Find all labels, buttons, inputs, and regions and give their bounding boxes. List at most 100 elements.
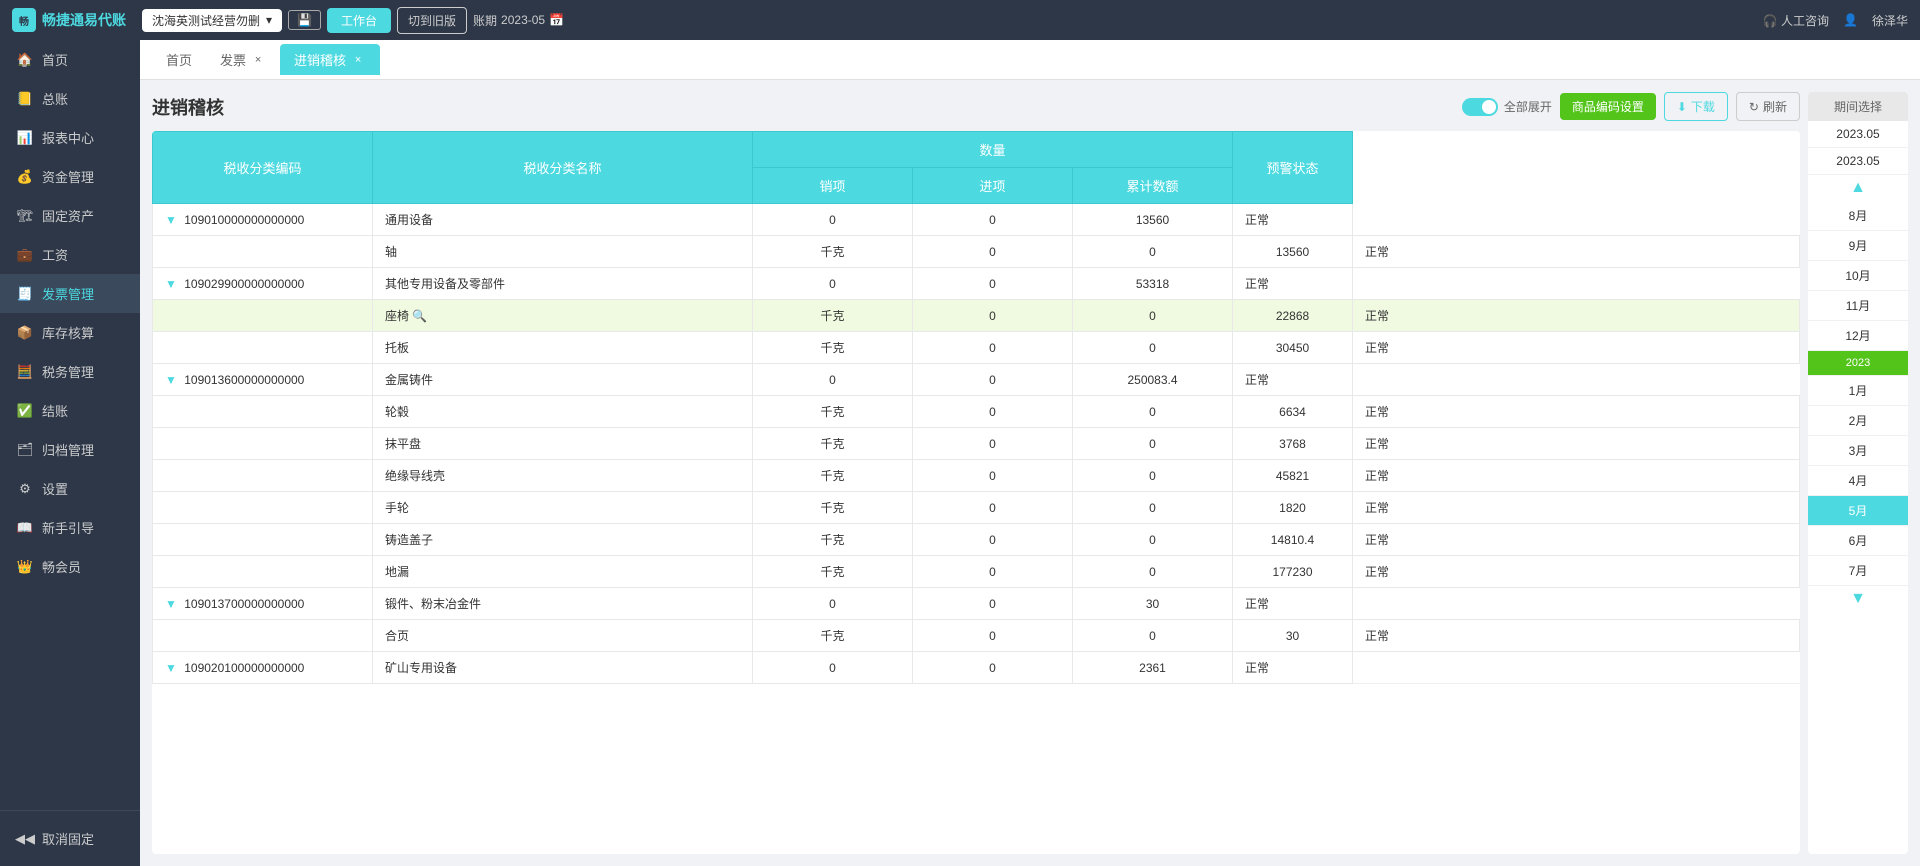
item-sales: 0 xyxy=(913,524,1073,556)
item-total: 13560 xyxy=(1233,236,1353,268)
table-row: ▼ 109029900000000000 xyxy=(153,268,373,300)
month-item[interactable]: 1月 xyxy=(1808,376,1908,406)
month-item[interactable]: 3月 xyxy=(1808,436,1908,466)
group-status: 正常 xyxy=(1233,268,1353,300)
tab-reconcile-close[interactable]: × xyxy=(350,52,366,68)
month-item[interactable]: 6月 xyxy=(1808,526,1908,556)
item-total: 177230 xyxy=(1233,556,1353,588)
month-item[interactable]: 11月 xyxy=(1808,291,1908,321)
item-name-cell: 地漏 xyxy=(373,556,753,588)
item-name-cell: 轴 xyxy=(373,236,753,268)
month-item[interactable]: 4月 xyxy=(1808,466,1908,496)
sidebar-item-guide[interactable]: 📖 新手引导 xyxy=(0,508,140,547)
workbench-button[interactable]: 工作台 xyxy=(327,8,391,33)
period-item[interactable]: 2023.05 xyxy=(1808,121,1908,148)
tab-home[interactable]: 首页 xyxy=(152,44,206,75)
collapse-icon[interactable]: ▼ xyxy=(165,213,177,227)
item-unit: 千克 xyxy=(753,396,913,428)
item-name-cell: 轮毂 xyxy=(373,396,753,428)
tab-invoice-close[interactable]: × xyxy=(250,52,266,68)
month-item[interactable]: 8月 xyxy=(1808,201,1908,231)
sidebar-item-home[interactable]: 🏠 首页 xyxy=(0,40,140,79)
group-status: 正常 xyxy=(1233,588,1353,620)
sidebar-item-archive[interactable]: 🗂 归档管理 xyxy=(0,430,140,469)
item-sales: 0 xyxy=(913,300,1073,332)
expand-toggle[interactable]: 全部展开 xyxy=(1462,98,1552,116)
sidebar-item-settings[interactable]: ⚙ 设置 xyxy=(0,469,140,508)
period-display: 账期 2023-05 📅 xyxy=(473,12,564,29)
item-code-cell xyxy=(153,300,373,332)
sidebar-item-funds[interactable]: 💰 资金管理 xyxy=(0,157,140,196)
item-total: 30450 xyxy=(1233,332,1353,364)
month-item[interactable]: 7月 xyxy=(1808,556,1908,586)
calendar-icon[interactable]: 📅 xyxy=(549,13,564,27)
month-item[interactable]: 5月 xyxy=(1808,496,1908,526)
col-tax-code: 税收分类编码 xyxy=(153,132,373,204)
assets-icon: 🏗 xyxy=(16,207,34,225)
sidebar-item-tax[interactable]: 🧮 税务管理 xyxy=(0,352,140,391)
item-code-cell xyxy=(153,460,373,492)
sidebar-label-archive: 归档管理 xyxy=(42,440,94,459)
col-purchase: 进项 xyxy=(913,168,1073,204)
sidebar-pin-button[interactable]: ◀◀ 取消固定 xyxy=(0,819,140,858)
sidebar-label-funds: 资金管理 xyxy=(42,167,94,186)
closing-icon: ✅ xyxy=(16,402,34,420)
tab-invoice[interactable]: 发票 × xyxy=(206,44,280,75)
sidebar-item-closing[interactable]: ✅ 结账 xyxy=(0,391,140,430)
sidebar-label-closing: 结账 xyxy=(42,401,68,420)
tab-invoice-label: 发票 xyxy=(220,50,246,69)
collapse-icon[interactable]: ▼ xyxy=(165,661,177,675)
item-unit: 千克 xyxy=(753,460,913,492)
item-unit: 千克 xyxy=(753,332,913,364)
month-item[interactable]: 10月 xyxy=(1808,261,1908,291)
product-code-button[interactable]: 商品编码设置 xyxy=(1560,93,1656,120)
company-selector[interactable]: 沈海英测试经营勿删 ▾ xyxy=(142,9,282,32)
switch-version-button[interactable]: 切到旧版 xyxy=(397,7,467,34)
collapse-icon[interactable]: ▼ xyxy=(165,277,177,291)
sidebar-item-reports[interactable]: 📊 报表中心 xyxy=(0,118,140,157)
item-code-cell xyxy=(153,492,373,524)
group-sales: 0 xyxy=(753,268,913,300)
month-item[interactable]: 9月 xyxy=(1808,231,1908,261)
item-purchase: 0 xyxy=(1073,620,1233,652)
tab-reconcile[interactable]: 进销稽核 × xyxy=(280,44,380,75)
group-sales: 0 xyxy=(753,364,913,396)
support-button[interactable]: 🎧 人工咨询 xyxy=(1763,12,1829,29)
month-item[interactable]: 2月 xyxy=(1808,406,1908,436)
month-item[interactable]: 2023 xyxy=(1808,351,1908,376)
item-name-cell: 铸造盖子 xyxy=(373,524,753,556)
sidebar-item-member[interactable]: 👑 畅会员 xyxy=(0,547,140,586)
sidebar-label-inventory: 库存核算 xyxy=(42,323,94,342)
collapse-icon[interactable]: ▼ xyxy=(165,597,177,611)
item-sales: 0 xyxy=(913,396,1073,428)
item-unit: 千克 xyxy=(753,556,913,588)
refresh-button[interactable]: ↻ 刷新 xyxy=(1736,92,1800,121)
col-quantity-group: 数量 xyxy=(753,132,1233,168)
reports-icon: 📊 xyxy=(16,129,34,147)
item-sales: 0 xyxy=(913,620,1073,652)
download-button[interactable]: ⬇ 下载 xyxy=(1664,92,1728,121)
search-icon[interactable]: 🔍 xyxy=(412,309,427,323)
period-scroll-down[interactable]: ▼ xyxy=(1808,586,1908,612)
data-table: 税收分类编码 税收分类名称 数量 预警状态 销项 进项 累计数额 xyxy=(152,131,1800,684)
item-total: 22868 xyxy=(1233,300,1353,332)
sidebar-item-payroll[interactable]: 💼 工资 xyxy=(0,235,140,274)
item-purchase: 0 xyxy=(1073,556,1233,588)
payroll-icon: 💼 xyxy=(16,246,34,264)
item-sales: 0 xyxy=(913,460,1073,492)
sidebar-label-member: 畅会员 xyxy=(42,557,81,576)
sidebar-item-ledger[interactable]: 📒 总账 xyxy=(0,79,140,118)
month-item[interactable]: 12月 xyxy=(1808,321,1908,351)
collapse-icon[interactable]: ▼ xyxy=(165,373,177,387)
group-status: 正常 xyxy=(1233,364,1353,396)
sidebar-label-guide: 新手引导 xyxy=(42,518,94,537)
sidebar-item-assets[interactable]: 🏗 固定资产 xyxy=(0,196,140,235)
group-sales: 0 xyxy=(753,652,913,684)
period-item[interactable]: 2023.05 xyxy=(1808,148,1908,175)
sidebar-item-invoice[interactable]: 🧾 发票管理 xyxy=(0,274,140,313)
sidebar-item-inventory[interactable]: 📦 库存核算 xyxy=(0,313,140,352)
save-button[interactable]: 💾 xyxy=(288,10,321,30)
toggle-track[interactable] xyxy=(1462,98,1498,116)
period-scroll-up[interactable]: ▲ xyxy=(1808,175,1908,201)
item-status: 正常 xyxy=(1353,428,1800,460)
